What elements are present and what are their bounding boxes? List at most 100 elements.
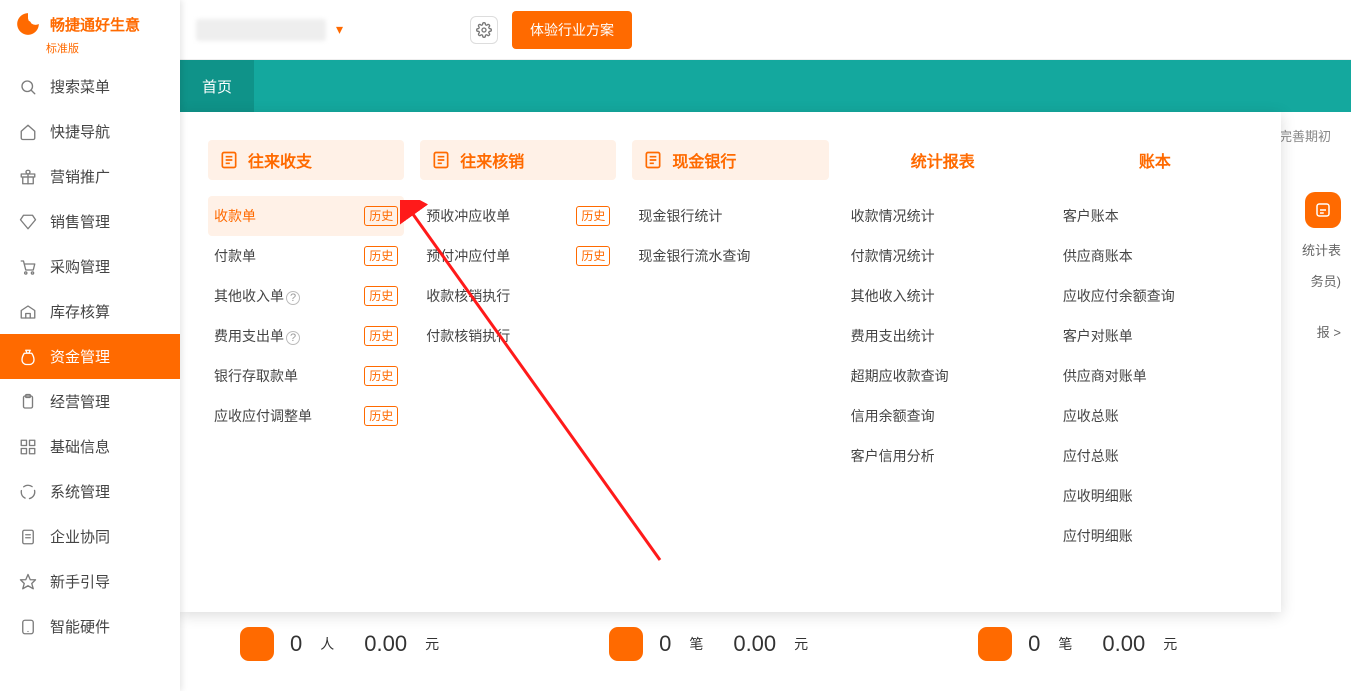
primary-nav: 首页	[180, 60, 1351, 112]
mega-item-label: 收款单	[214, 206, 256, 226]
sidebar-item-doc[interactable]: 企业协同	[0, 514, 180, 559]
mega-item-label: 供应商对账单	[1063, 366, 1147, 386]
mega-menu-item[interactable]: 费用支出单? 历史	[208, 316, 404, 356]
mega-menu-item[interactable]: 其他收入单? 历史	[208, 276, 404, 316]
mega-item-label: 收款情况统计	[851, 206, 935, 226]
right-link-text[interactable]: 报 >	[1317, 322, 1341, 341]
history-badge[interactable]: 历史	[364, 406, 398, 426]
history-badge[interactable]: 历史	[364, 326, 398, 346]
sidebar-item-diamond[interactable]: 销售管理	[0, 199, 180, 244]
stat-value: 0	[659, 631, 671, 657]
right-hint-text[interactable]: 完善期初	[1279, 126, 1331, 145]
mega-menu-item[interactable]: 客户账本	[1057, 196, 1253, 236]
cart-icon	[18, 257, 38, 277]
mega-menu-item[interactable]: 付款单历史	[208, 236, 404, 276]
sidebar-item-moneybag[interactable]: 资金管理	[0, 334, 180, 379]
right-link-text[interactable]: 务员)	[1311, 271, 1341, 290]
mega-menu-item[interactable]: 银行存取款单 历史	[208, 356, 404, 396]
sidebar-item-device[interactable]: 智能硬件	[0, 604, 180, 649]
org-name-mask	[196, 19, 326, 41]
org-selector[interactable]: ▾	[196, 19, 456, 41]
chevron-down-icon: ▾	[336, 21, 343, 38]
mega-item-label: 付款核销执行	[426, 326, 510, 346]
sidebar-item-cart[interactable]: 采购管理	[0, 244, 180, 289]
mega-menu-item[interactable]: 应收总账	[1057, 396, 1253, 436]
mega-menu-item[interactable]: 应付明细账	[1057, 516, 1253, 556]
history-badge[interactable]: 历史	[364, 206, 398, 226]
stat-icon	[978, 627, 1012, 661]
mega-menu-item[interactable]: 付款情况统计	[845, 236, 1041, 276]
sidebar-item-label: 基础信息	[50, 436, 110, 457]
right-quick-link[interactable]	[1305, 192, 1341, 228]
history-badge[interactable]: 历史	[576, 246, 610, 266]
mega-item-label: 超期应收款查询	[851, 366, 949, 386]
mega-item-label: 银行存取款单	[214, 366, 298, 386]
history-badge[interactable]: 历史	[576, 206, 610, 226]
stat-icon	[1305, 192, 1341, 228]
mega-item-label: 供应商账本	[1063, 246, 1133, 266]
mega-menu-item[interactable]: 收款情况统计	[845, 196, 1041, 236]
mega-menu-item[interactable]: 超期应收款查询	[845, 356, 1041, 396]
sidebar-item-star[interactable]: 新手引导	[0, 559, 180, 604]
sidebar-item-gift[interactable]: 营销推广	[0, 154, 180, 199]
mega-item-label: 费用支出单?	[214, 326, 300, 346]
mega-item-label: 其他收入单?	[214, 286, 300, 306]
grid-icon	[18, 437, 38, 457]
bill-icon	[430, 149, 452, 171]
mega-menu-item[interactable]: 客户信用分析	[845, 436, 1041, 476]
sidebar-item-clipboard[interactable]: 经营管理	[0, 379, 180, 424]
mega-column: 统计报表收款情况统计付款情况统计其他收入统计费用支出统计超期应收款查询信用余额查…	[845, 140, 1041, 556]
sidebar-item-label: 营销推广	[50, 166, 110, 187]
mega-menu-item[interactable]: 预收冲应收单历史	[420, 196, 616, 236]
mega-menu-item[interactable]: 现金银行流水查询	[632, 236, 828, 276]
mega-item-label: 付款情况统计	[851, 246, 935, 266]
sidebar-item-loader[interactable]: 系统管理	[0, 469, 180, 514]
stat-amount: 0.00	[733, 631, 776, 657]
mega-menu-item[interactable]: 信用余额查询	[845, 396, 1041, 436]
mega-menu-item[interactable]: 应付总账	[1057, 436, 1253, 476]
stat-icon	[609, 627, 643, 661]
mega-menu-item[interactable]: 供应商账本	[1057, 236, 1253, 276]
mega-column-header: 账本	[1057, 140, 1253, 180]
history-badge[interactable]: 历史	[364, 286, 398, 306]
try-industry-solution-button[interactable]: 体验行业方案	[512, 11, 632, 49]
settings-button[interactable]	[470, 16, 498, 44]
mega-menu-item[interactable]: 应收应付余额查询	[1057, 276, 1253, 316]
mega-item-label: 应付明细账	[1063, 526, 1133, 546]
sidebar-item-home[interactable]: 快捷导航	[0, 109, 180, 154]
mega-item-label: 信用余额查询	[851, 406, 935, 426]
sidebar-item-warehouse[interactable]: 库存核算	[0, 289, 180, 334]
mega-item-label: 客户账本	[1063, 206, 1119, 226]
stat-block: 0笔0.00元	[609, 627, 808, 661]
sidebar-item-label: 智能硬件	[50, 616, 110, 637]
stat-amount: 0.00	[364, 631, 407, 657]
mega-menu-item[interactable]: 现金银行统计	[632, 196, 828, 236]
mega-menu-item[interactable]: 客户对账单	[1057, 316, 1253, 356]
mega-item-label: 收款核销执行	[426, 286, 510, 306]
mega-menu-item[interactable]: 收款单 历史	[208, 196, 404, 236]
mega-menu-item[interactable]: 其他收入统计	[845, 276, 1041, 316]
mega-menu-item[interactable]: 收款核销执行	[420, 276, 616, 316]
sidebar-item-search[interactable]: 搜索菜单	[0, 64, 180, 109]
mega-column: 往来核销预收冲应收单历史预付冲应付单历史收款核销执行付款核销执行	[420, 140, 616, 556]
mega-menu-item[interactable]: 应收应付调整单历史	[208, 396, 404, 436]
stat-value: 0	[1028, 631, 1040, 657]
sidebar-item-grid[interactable]: 基础信息	[0, 424, 180, 469]
mega-item-label: 现金银行统计	[638, 206, 722, 226]
mega-menu-item[interactable]: 费用支出统计	[845, 316, 1041, 356]
mega-column: 往来收支收款单历史付款单历史其他收入单?历史费用支出单?历史银行存取款单历史应收…	[208, 140, 404, 556]
loader-icon	[18, 482, 38, 502]
mega-menu-item[interactable]: 供应商对账单	[1057, 356, 1253, 396]
mega-menu-item[interactable]: 应收明细账	[1057, 476, 1253, 516]
stat-unit: 笔	[1058, 634, 1072, 654]
mega-menu-item[interactable]: 预付冲应付单历史	[420, 236, 616, 276]
right-link-text[interactable]: 统计表	[1302, 240, 1341, 259]
mega-menu-item[interactable]: 付款核销执行	[420, 316, 616, 356]
clipboard-icon	[18, 392, 38, 412]
history-badge[interactable]: 历史	[364, 366, 398, 386]
mega-column: 现金银行现金银行统计现金银行流水查询	[632, 140, 828, 556]
history-badge[interactable]: 历史	[364, 246, 398, 266]
sidebar-item-label: 快捷导航	[50, 121, 110, 142]
brand-title: 畅捷通好生意	[50, 14, 140, 35]
tab-home[interactable]: 首页	[180, 60, 254, 112]
